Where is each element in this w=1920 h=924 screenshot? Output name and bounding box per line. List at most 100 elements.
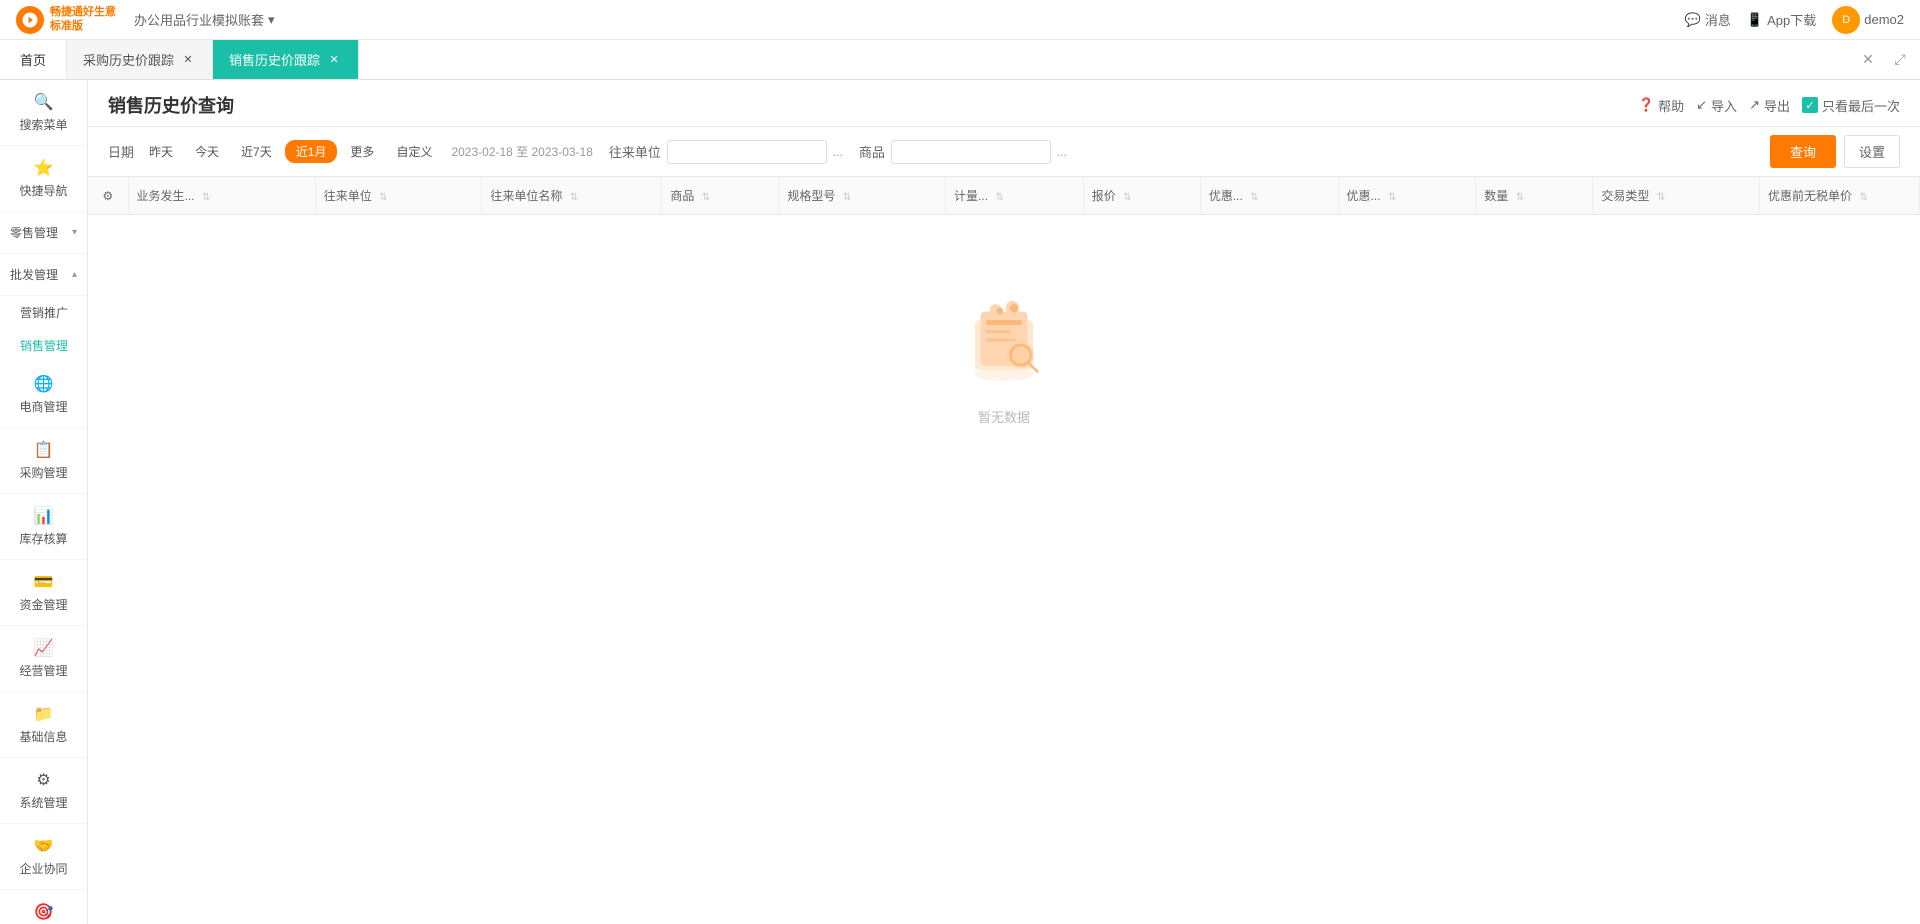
date-btn-yesterday[interactable]: 昨天 — [140, 140, 182, 163]
sidebar-item-ecom-mgmt[interactable]: 🌐 电商管理 — [0, 362, 87, 428]
user-menu[interactable]: D demo2 — [1832, 6, 1904, 34]
sidebar-item-retail-mgmt-label: 零售管理 — [10, 224, 58, 241]
chevron-down-icon: ▾ — [72, 227, 77, 238]
sort-icon: ⇅ — [702, 192, 710, 203]
date-btn-custom[interactable]: 自定义 — [387, 140, 441, 163]
sort-icon: ⇅ — [995, 192, 1003, 203]
tab-purchase-history-close[interactable]: ✕ — [180, 52, 196, 68]
close-all-tabs-button[interactable]: ✕ — [1856, 48, 1880, 72]
sort-icon: ⇅ — [1516, 192, 1524, 203]
purchase-icon: 📋 — [34, 440, 54, 460]
sidebar-item-search-menu-label: 搜索菜单 — [19, 116, 67, 133]
sort-icon: ⇅ — [570, 192, 578, 203]
sidebar-item-operations-label: 经营管理 — [19, 662, 67, 679]
logo-text: 畅捷通好生意 标准版 — [50, 6, 116, 32]
col-gear[interactable]: ⚙ — [88, 177, 128, 215]
from-unit-dots[interactable]: ... — [833, 145, 843, 159]
sidebar-item-wholesale-mgmt-label: 批发管理 — [10, 266, 58, 283]
date-btn-more[interactable]: 更多 — [341, 140, 383, 163]
query-button[interactable]: 查询 — [1770, 135, 1836, 168]
export-button[interactable]: ↗ 导出 — [1749, 96, 1790, 115]
sidebar-item-operations[interactable]: 📈 经营管理 — [0, 626, 87, 692]
app-download-button[interactable]: 📱 App下载 — [1747, 10, 1816, 29]
date-btn-last7[interactable]: 近7天 — [232, 140, 281, 163]
sidebar-item-search-menu[interactable]: 🔍 搜索菜单 — [0, 80, 87, 146]
col-qty[interactable]: 数量 ⇅ — [1476, 177, 1593, 215]
col-discount1[interactable]: 优惠... ⇅ — [1200, 177, 1338, 215]
col-biz-date[interactable]: 业务发生... ⇅ — [128, 177, 315, 215]
sidebar-item-sales-mgmt[interactable]: 销售管理 — [0, 329, 87, 362]
tabbar: 首页 采购历史价跟踪 ✕ 销售历史价跟踪 ✕ ✕ ⤢ — [0, 40, 1920, 80]
date-btn-last1m[interactable]: 近1月 — [285, 140, 338, 163]
maximize-button[interactable]: ⤢ — [1888, 48, 1912, 72]
date-btn-today[interactable]: 今天 — [186, 140, 228, 163]
col-discount2[interactable]: 优惠... ⇅ — [1338, 177, 1476, 215]
help-button[interactable]: ❓ 帮助 — [1638, 96, 1684, 115]
sidebar-item-sys-mgmt[interactable]: ⚙ 系统管理 — [0, 758, 87, 824]
chevron-down-icon: ▾ — [268, 12, 275, 28]
only-last-label: 只看最后一次 — [1822, 96, 1900, 115]
sidebar-item-new-guide[interactable]: 🎯 新手引导 — [0, 890, 87, 924]
finance-icon: 💳 — [34, 572, 54, 592]
tab-sales-history-close[interactable]: ✕ — [326, 52, 342, 68]
sidebar: 🔍 搜索菜单 ⭐ 快捷导航 零售管理 ▾ 批发管理 ▴ 营销推广 销售管理 🌐 … — [0, 80, 88, 924]
import-icon: ↙ — [1696, 97, 1707, 113]
tab-sales-history-label: 销售历史价跟踪 — [229, 50, 320, 69]
sidebar-item-quick-nav[interactable]: ⭐ 快捷导航 — [0, 146, 87, 212]
basic-info-icon: 📁 — [34, 704, 54, 724]
col-unit-name[interactable]: 往来单位名称 ⇅ — [482, 177, 662, 215]
message-label: 消息 — [1705, 10, 1731, 29]
tab-home[interactable]: 首页 — [0, 40, 67, 79]
sidebar-item-marketing[interactable]: 营销推广 — [0, 296, 87, 329]
col-unit-code[interactable]: 往来单位 ⇅ — [315, 177, 482, 215]
goods-filter-group: 商品 ... — [859, 140, 1067, 164]
date-filter-group: 日期 昨天 今天 近7天 近1月 更多 自定义 2023-02-18 至 202… — [108, 140, 593, 163]
sidebar-item-finance[interactable]: 💳 资金管理 — [0, 560, 87, 626]
operations-icon: 📈 — [34, 638, 54, 658]
col-spec[interactable]: 规格型号 ⇅ — [779, 177, 946, 215]
goods-dots[interactable]: ... — [1057, 145, 1067, 159]
inventory-icon: 📊 — [34, 506, 54, 526]
settings-button[interactable]: 设置 — [1844, 135, 1900, 168]
checkbox-icon: ✓ — [1802, 97, 1818, 113]
main-layout: 🔍 搜索菜单 ⭐ 快捷导航 零售管理 ▾ 批发管理 ▴ 营销推广 销售管理 🌐 … — [0, 80, 1920, 924]
import-button[interactable]: ↙ 导入 — [1696, 96, 1737, 115]
collab-icon: 🤝 — [34, 836, 54, 856]
sidebar-item-quick-nav-label: 快捷导航 — [19, 182, 67, 199]
empty-icon — [954, 295, 1054, 395]
guide-icon: 🎯 — [34, 902, 54, 922]
tab-sales-history[interactable]: 销售历史价跟踪 ✕ — [213, 40, 359, 79]
sort-icon: ⇅ — [1388, 192, 1396, 203]
logo-icon — [16, 6, 44, 34]
content-area: 销售历史价查询 ❓ 帮助 ↙ 导入 ↗ 导出 ✓ 只看最后一次 — [88, 80, 1920, 924]
import-label: 导入 — [1711, 96, 1737, 115]
col-goods[interactable]: 商品 ⇅ — [662, 177, 779, 215]
chevron-up-icon: ▴ — [72, 269, 77, 280]
tab-purchase-history[interactable]: 采购历史价跟踪 ✕ — [67, 40, 213, 79]
col-unit[interactable]: 计量... ⇅ — [946, 177, 1084, 215]
sort-icon: ⇅ — [202, 192, 210, 203]
message-button[interactable]: 💬 消息 — [1685, 10, 1731, 29]
sidebar-item-inventory[interactable]: 📊 库存核算 — [0, 494, 87, 560]
avatar: D — [1832, 6, 1860, 34]
sidebar-item-retail-mgmt[interactable]: 零售管理 ▾ — [0, 212, 87, 254]
sys-icon: ⚙ — [36, 770, 50, 790]
page-title: 销售历史价查询 — [108, 92, 234, 118]
sidebar-item-enterprise-collab-label: 企业协同 — [19, 860, 67, 877]
from-unit-input[interactable] — [667, 140, 827, 164]
sort-icon: ⇅ — [1859, 192, 1867, 203]
sidebar-item-wholesale-mgmt[interactable]: 批发管理 ▴ — [0, 254, 87, 296]
col-trade-type[interactable]: 交易类型 ⇅ — [1593, 177, 1760, 215]
sidebar-item-ecom-mgmt-label: 电商管理 — [19, 398, 67, 415]
sidebar-item-purchase-mgmt[interactable]: 📋 采购管理 — [0, 428, 87, 494]
sidebar-item-enterprise-collab[interactable]: 🤝 企业协同 — [0, 824, 87, 890]
app-selector-label: 办公用品行业模拟账套 — [134, 10, 264, 29]
col-pretax-price[interactable]: 优惠前无税单价 ⇅ — [1760, 177, 1920, 215]
app-selector[interactable]: 办公用品行业模拟账套 ▾ — [126, 6, 283, 33]
star-icon: ⭐ — [34, 158, 54, 178]
col-quote[interactable]: 报价 ⇅ — [1083, 177, 1200, 215]
goods-input[interactable] — [891, 140, 1051, 164]
sidebar-item-basic-info[interactable]: 📁 基础信息 — [0, 692, 87, 758]
gear-icon: ⚙ — [102, 189, 113, 203]
only-last-checkbox[interactable]: ✓ 只看最后一次 — [1802, 96, 1900, 115]
